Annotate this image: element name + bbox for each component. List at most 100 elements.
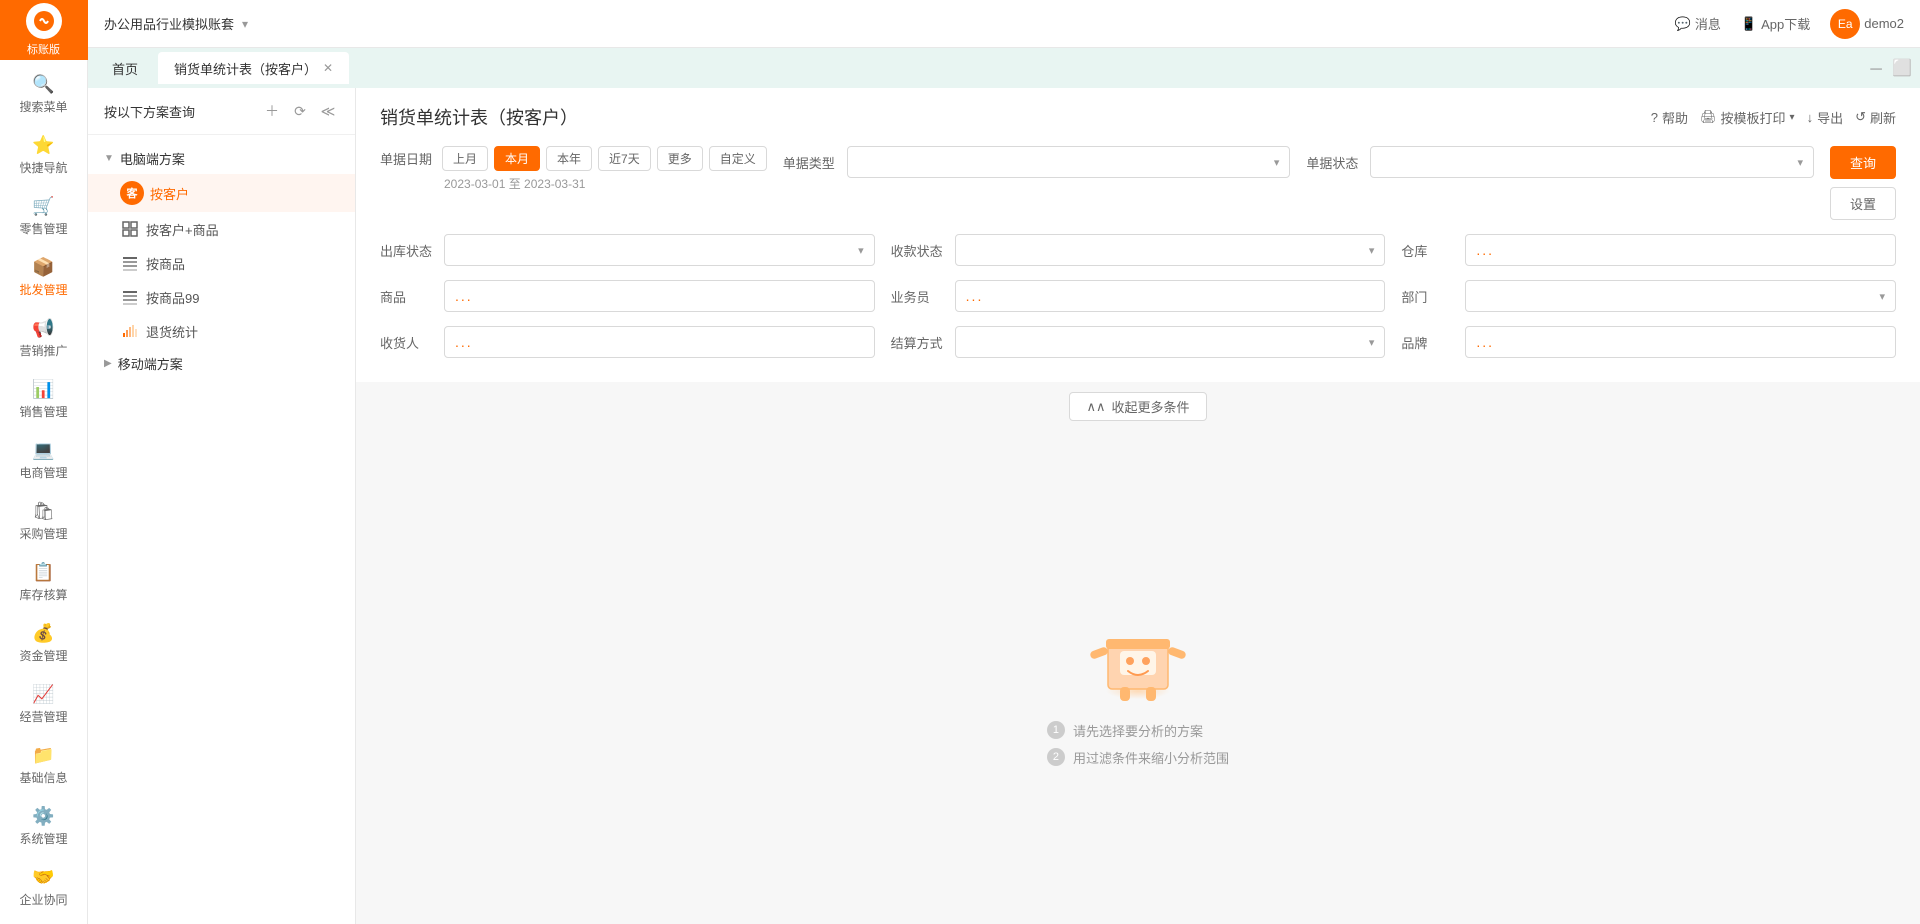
brand-select[interactable]: ...	[1465, 326, 1896, 358]
order-type-select[interactable]: ▾	[847, 146, 1291, 178]
date-more[interactable]: 更多	[657, 146, 703, 171]
department-label: 部门	[1401, 287, 1457, 306]
tree-item-return-stats[interactable]: 退货统计	[88, 314, 355, 348]
purchase-icon: 🛍	[32, 501, 55, 522]
date-custom[interactable]: 自定义	[709, 146, 767, 171]
empty-state: 1 请先选择要分析的方案 2 用过滤条件来缩小分析范围	[356, 431, 1920, 924]
tree-item-by-product99[interactable]: 按商品99	[88, 280, 355, 314]
tree-item-by-customer-product[interactable]: 按客户+商品	[88, 212, 355, 246]
department-select[interactable]: ▾	[1465, 280, 1896, 312]
date-label: 单据日期	[380, 149, 436, 168]
system-icon: ⚙️	[32, 806, 54, 827]
app-download-button[interactable]: 📱 App下载	[1741, 14, 1810, 33]
tree-expand-arrow: ▼	[104, 153, 114, 164]
sidebar-item-wholesale[interactable]: 📦 批发管理	[0, 247, 87, 308]
sidebar-item-purchase[interactable]: 🛍 采购管理	[0, 491, 87, 552]
sidebar-item-finance[interactable]: 💰 资金管理	[0, 613, 87, 674]
product-select[interactable]: ...	[444, 280, 875, 312]
sidebar-item-marketing-label: 营销推广	[19, 342, 67, 359]
sidebar-item-inventory[interactable]: 📋 库存核算	[0, 552, 87, 613]
salesperson-select[interactable]: ...	[955, 280, 1386, 312]
settlement-chevron: ▾	[1369, 336, 1375, 349]
warehouse-select[interactable]: ...	[1465, 234, 1896, 266]
ship-status-select[interactable]: ▾	[444, 234, 875, 266]
left-panel-actions: ＋ ⟳ ≪	[261, 100, 339, 122]
date-last-month[interactable]: 上月	[442, 146, 488, 171]
sidebar-item-finance-label: 资金管理	[19, 647, 67, 664]
sidebar-item-operations[interactable]: 📈 经营管理	[0, 674, 87, 735]
tree-group-mobile-label: 移动端方案	[118, 354, 183, 373]
sidebar-item-system-label: 系统管理	[19, 830, 67, 847]
message-icon: 💬	[1675, 16, 1691, 32]
collapse-panel-button[interactable]: ≪	[317, 100, 339, 122]
cooperation-icon: 🤝	[32, 867, 54, 888]
sidebar-item-retail[interactable]: 🛒 零售管理	[0, 186, 87, 247]
tab-minimize-icon[interactable]: －	[1868, 56, 1884, 80]
date-this-year[interactable]: 本年	[546, 146, 592, 171]
inventory-icon: 📋	[32, 562, 54, 583]
brand-dots: ...	[1476, 334, 1494, 350]
tab-stats[interactable]: 销货单统计表（按客户） ✕	[158, 52, 349, 84]
refresh-scheme-button[interactable]: ⟳	[289, 100, 311, 122]
order-type-label: 单据类型	[783, 153, 839, 172]
tab-home[interactable]: 首页	[96, 52, 154, 84]
sidebar-item-sales[interactable]: 📊 销售管理	[0, 369, 87, 430]
sidebar-item-basic[interactable]: 📁 基础信息	[0, 735, 87, 796]
operations-icon: 📈	[32, 684, 54, 705]
order-status-label: 单据状态	[1306, 153, 1362, 172]
message-button[interactable]: 💬 消息	[1675, 14, 1721, 33]
empty-tip-1: 1 请先选择要分析的方案	[1047, 721, 1229, 740]
settlement-select[interactable]: ▾	[955, 326, 1386, 358]
query-button[interactable]: 查询	[1830, 146, 1896, 179]
left-panel: 按以下方案查询 ＋ ⟳ ≪ ▼ 电脑端方案 客	[88, 88, 356, 924]
print-button[interactable]: 🖨 按模板打印 ▾	[1700, 108, 1795, 127]
sidebar-item-system[interactable]: ⚙️ 系统管理	[0, 796, 87, 857]
page-title-row: 销货单统计表（按客户） ? 帮助 🖨 按模板打印 ▾ ↓	[380, 104, 1896, 130]
main-area: 办公用品行业模拟账套 ▾ 💬 消息 📱 App下载 Ea demo2 首页	[88, 0, 1920, 924]
sidebar-item-basic-label: 基础信息	[19, 769, 67, 786]
sidebar-item-ecommerce[interactable]: 💻 电商管理	[0, 430, 87, 491]
tree-item-by-customer[interactable]: 客 按客户	[88, 174, 355, 212]
collapse-label: 收起更多条件	[1112, 397, 1190, 416]
app-title: 办公用品行业模拟账套	[104, 14, 234, 33]
settings-button[interactable]: 设置	[1830, 187, 1896, 220]
app-download-label: App下载	[1761, 14, 1810, 33]
department-chevron: ▾	[1879, 290, 1885, 303]
add-scheme-button[interactable]: ＋	[261, 100, 283, 122]
title-dropdown[interactable]: ▾	[242, 17, 248, 31]
shortcuts-icon: ⭐	[32, 135, 54, 156]
left-panel-title: 按以下方案查询	[104, 102, 195, 121]
refresh-button[interactable]: ↺ 刷新	[1855, 108, 1896, 127]
sidebar-item-cooperation[interactable]: 🤝 企业协同	[0, 857, 87, 918]
filter-area: 销货单统计表（按客户） ? 帮助 🖨 按模板打印 ▾ ↓	[356, 88, 1920, 382]
tree-group-desktop-header[interactable]: ▼ 电脑端方案	[88, 143, 355, 174]
sidebar-item-shortcuts[interactable]: ⭐ 快捷导航	[0, 125, 87, 186]
order-status-chevron: ▾	[1797, 156, 1803, 169]
ship-status-chevron: ▾	[858, 244, 864, 257]
collapse-button[interactable]: ∧∧ 收起更多条件	[1069, 392, 1206, 421]
tab-maximize-icon[interactable]: ⬜	[1892, 58, 1912, 78]
query-buttons: 查询 设置	[1830, 146, 1896, 220]
user-profile[interactable]: Ea demo2	[1830, 9, 1904, 39]
tip-num-2: 2	[1047, 748, 1065, 766]
order-status-select[interactable]: ▾	[1370, 146, 1814, 178]
sidebar-item-guide[interactable]: 🎯 新手引导	[0, 918, 87, 924]
date-this-month[interactable]: 本月	[494, 146, 540, 171]
help-button[interactable]: ? 帮助	[1651, 108, 1688, 127]
sidebar-item-search[interactable]: 🔍 搜索菜单	[0, 64, 87, 125]
sidebar-item-marketing[interactable]: 📢 营销推广	[0, 308, 87, 369]
tree-item-by-product[interactable]: 按商品	[88, 246, 355, 280]
receipt-status-select[interactable]: ▾	[955, 234, 1386, 266]
tab-close-icon[interactable]: ✕	[323, 61, 333, 75]
export-button[interactable]: ↓ 导出	[1807, 108, 1844, 127]
refresh-icon: ↺	[1855, 109, 1866, 125]
date-last7[interactable]: 近7天	[598, 146, 651, 171]
recipient-select[interactable]: ...	[444, 326, 875, 358]
empty-tip-2-text: 用过滤条件来缩小分析范围	[1073, 748, 1229, 767]
warehouse-dots: ...	[1476, 242, 1494, 258]
sidebar-item-purchase-label: 采购管理	[19, 525, 67, 542]
sidebar-item-search-label: 搜索菜单	[19, 98, 67, 115]
date-options: 上月 本月 本年 近7天 更多 自定义	[442, 146, 767, 171]
tree-group-mobile-header[interactable]: ▶ 移动端方案	[88, 348, 355, 379]
salesperson-label: 业务员	[891, 287, 947, 306]
